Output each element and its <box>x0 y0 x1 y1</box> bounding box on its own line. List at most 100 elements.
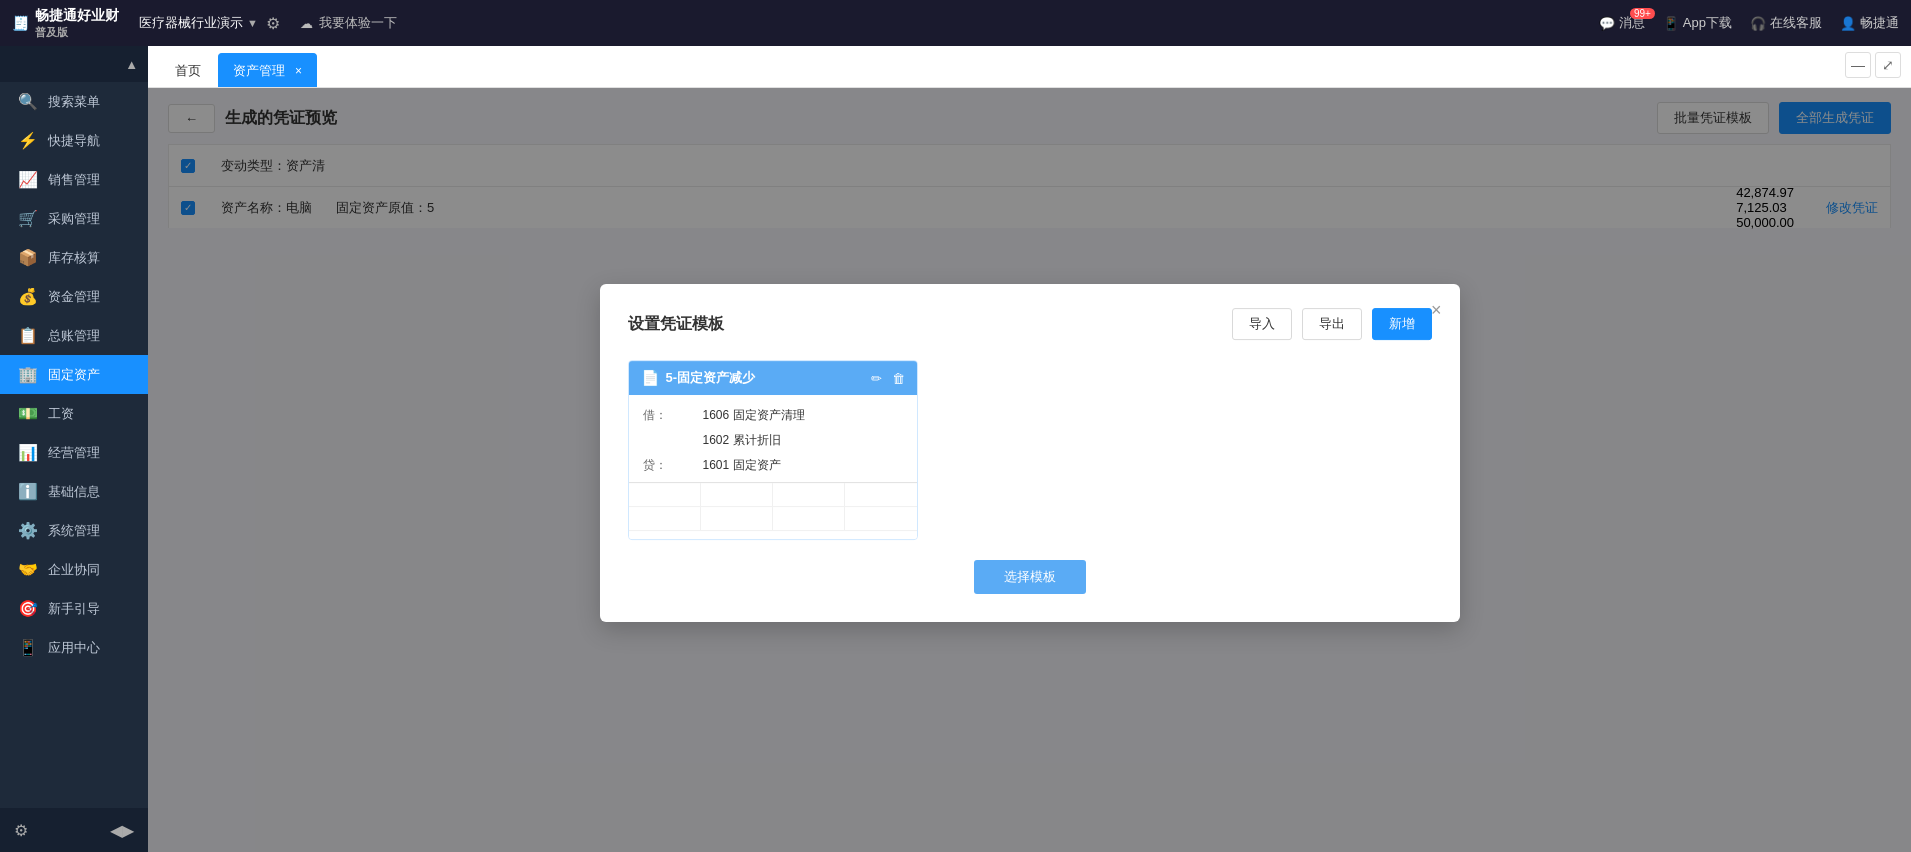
search-menu-icon: 🔍 <box>18 92 38 111</box>
sales-icon: 📈 <box>18 170 38 189</box>
sidebar-item-quick-nav[interactable]: ⚡ 快捷导航 <box>0 121 148 160</box>
sidebar-item-basic-info[interactable]: ℹ️ 基础信息 <box>0 472 148 511</box>
template-debit-value-1: 1606 固定资产清理 <box>703 407 805 424</box>
cloud-icon: ☁ <box>300 16 313 31</box>
grid-cell-3 <box>773 483 845 506</box>
template-edit-icon[interactable]: ✏ <box>871 371 882 386</box>
company-name: 医疗器械行业演示 <box>139 14 243 32</box>
select-template-button[interactable]: 选择模板 <box>974 560 1086 594</box>
collapse-sidebar-icon[interactable]: ◀▶ <box>110 821 134 840</box>
tab-close-icon[interactable]: × <box>295 64 302 78</box>
sidebar-item-operations[interactable]: 📊 经营管理 <box>0 433 148 472</box>
grid-cell-5 <box>629 507 701 530</box>
set-voucher-template-modal: 设置凭证模板 导入 导出 新增 × 📄 5-固定资 <box>600 284 1460 622</box>
sidebar-label-fixed-assets: 固定资产 <box>48 366 100 384</box>
template-debit-value-2: 1602 累计折旧 <box>703 432 781 449</box>
sidebar-item-fixed-assets[interactable]: 🏢 固定资产 <box>0 355 148 394</box>
sidebar-item-app-center[interactable]: 📱 应用中心 <box>0 628 148 667</box>
template-debit-label: 借： <box>643 407 703 424</box>
online-service-label: 在线客服 <box>1770 14 1822 32</box>
template-doc-icon: 📄 <box>641 369 660 387</box>
sidebar-item-ledger[interactable]: 📋 总账管理 <box>0 316 148 355</box>
sidebar-item-system[interactable]: ⚙️ 系统管理 <box>0 511 148 550</box>
sidebar-label-search: 搜索菜单 <box>48 93 100 111</box>
modal-header-actions: 导入 导出 新增 <box>1232 308 1432 340</box>
app-center-icon: 📱 <box>18 638 38 657</box>
app-logo: 🧾 畅捷通好业财 普及版 <box>12 7 119 40</box>
sidebar-scroll-up[interactable]: ▲ <box>125 57 138 72</box>
app-edition: 普及版 <box>35 25 119 40</box>
inventory-icon: 📦 <box>18 248 38 267</box>
template-title: 5-固定资产减少 <box>666 369 865 387</box>
sidebar-item-payroll[interactable]: 💵 工资 <box>0 394 148 433</box>
main-content: ← 生成的凭证预览 批量凭证模板 全部生成凭证 ✓ 变动类型：资产清 <box>148 88 1911 852</box>
grid-cell-2 <box>701 483 773 506</box>
system-icon: ⚙️ <box>18 521 38 540</box>
new-template-button[interactable]: 新增 <box>1372 308 1432 340</box>
grid-row-1 <box>629 483 917 507</box>
export-button[interactable]: 导出 <box>1302 308 1362 340</box>
app-download-label: App下载 <box>1683 14 1732 32</box>
settings-bottom-icon[interactable]: ⚙ <box>14 821 28 840</box>
experience-button[interactable]: ☁ 我要体验一下 <box>300 14 397 32</box>
messages-button[interactable]: 💬 消息 99+ <box>1599 14 1645 32</box>
tab-asset-management[interactable]: 资产管理 × <box>218 53 317 87</box>
user-menu[interactable]: 👤 畅捷通 <box>1840 14 1899 32</box>
template-card-body: 借： 1606 固定资产清理 1602 累计折旧 贷： 1601 固定资产 <box>629 395 917 539</box>
sidebar-label-operations: 经营管理 <box>48 444 100 462</box>
user-avatar-icon: 👤 <box>1840 16 1856 31</box>
sidebar-label-enterprise: 企业协同 <box>48 561 100 579</box>
sidebar-label-ledger: 总账管理 <box>48 327 100 345</box>
minimize-button[interactable]: — <box>1845 52 1871 78</box>
template-card-header: 📄 5-固定资产减少 ✏ 🗑 <box>629 361 917 395</box>
sidebar-label-beginner: 新手引导 <box>48 600 100 618</box>
tab-home[interactable]: 首页 <box>160 53 216 87</box>
sidebar-top: ▲ <box>0 46 148 82</box>
basic-info-icon: ℹ️ <box>18 482 38 501</box>
template-area: 📄 5-固定资产减少 ✏ 🗑 借： 1606 固定资产清理 <box>628 360 1432 540</box>
service-icon: 🎧 <box>1750 16 1766 31</box>
sidebar-item-sales[interactable]: 📈 销售管理 <box>0 160 148 199</box>
sidebar-label-quick-nav: 快捷导航 <box>48 132 100 150</box>
online-service-button[interactable]: 🎧 在线客服 <box>1750 14 1822 32</box>
template-card-1: 📄 5-固定资产减少 ✏ 🗑 借： 1606 固定资产清理 <box>628 360 918 540</box>
maximize-button[interactable]: ⤢ <box>1875 52 1901 78</box>
modal-header: 设置凭证模板 导入 导出 新增 × <box>628 308 1432 340</box>
settings-icon[interactable]: ⚙ <box>266 14 280 33</box>
sidebar-item-inventory[interactable]: 📦 库存核算 <box>0 238 148 277</box>
operations-icon: 📊 <box>18 443 38 462</box>
messages-badge: 99+ <box>1630 8 1655 19</box>
app-download-button[interactable]: 📱 App下载 <box>1663 14 1732 32</box>
template-empty-label <box>643 432 703 449</box>
sidebar-item-enterprise[interactable]: 🤝 企业协同 <box>0 550 148 589</box>
sidebar-scroll: 🔍 搜索菜单 ⚡ 快捷导航 📈 销售管理 🛒 采购管理 📦 库存核算 <box>0 82 148 808</box>
app-name: 畅捷通好业财 <box>35 7 119 25</box>
tab-asset-label: 资产管理 <box>233 62 285 80</box>
sidebar-label-payroll: 工资 <box>48 405 74 423</box>
template-credit-label: 贷： <box>643 457 703 474</box>
modal-close-button[interactable]: × <box>1431 300 1442 321</box>
grid-cell-1 <box>629 483 701 506</box>
sidebar: ▲ 🔍 搜索菜单 ⚡ 快捷导航 📈 销售管理 🛒 采购管理 <box>0 46 148 852</box>
select-btn-area: 选择模板 <box>628 560 1432 594</box>
company-selector[interactable]: 医疗器械行业演示 ▼ <box>139 14 258 32</box>
quick-nav-icon: ⚡ <box>18 131 38 150</box>
user-name: 畅捷通 <box>1860 14 1899 32</box>
experience-label: 我要体验一下 <box>319 14 397 32</box>
sidebar-item-beginner[interactable]: 🎯 新手引导 <box>0 589 148 628</box>
sidebar-label-app-center: 应用中心 <box>48 639 100 657</box>
sidebar-label-inventory: 库存核算 <box>48 249 100 267</box>
import-button[interactable]: 导入 <box>1232 308 1292 340</box>
sidebar-label-basic-info: 基础信息 <box>48 483 100 501</box>
fixed-assets-icon: 🏢 <box>18 365 38 384</box>
template-delete-icon[interactable]: 🗑 <box>892 371 905 386</box>
sidebar-item-funds[interactable]: 💰 资金管理 <box>0 277 148 316</box>
sidebar-label-sales: 销售管理 <box>48 171 100 189</box>
grid-cell-8 <box>845 507 916 530</box>
top-bar-right: 💬 消息 99+ 📱 App下载 🎧 在线客服 👤 畅捷通 <box>1599 14 1899 32</box>
sidebar-item-search[interactable]: 🔍 搜索菜单 <box>0 82 148 121</box>
sidebar-item-purchase[interactable]: 🛒 采购管理 <box>0 199 148 238</box>
download-icon: 📱 <box>1663 16 1679 31</box>
template-line-3: 贷： 1601 固定资产 <box>629 453 917 478</box>
logo-icon: 🧾 <box>12 15 29 31</box>
